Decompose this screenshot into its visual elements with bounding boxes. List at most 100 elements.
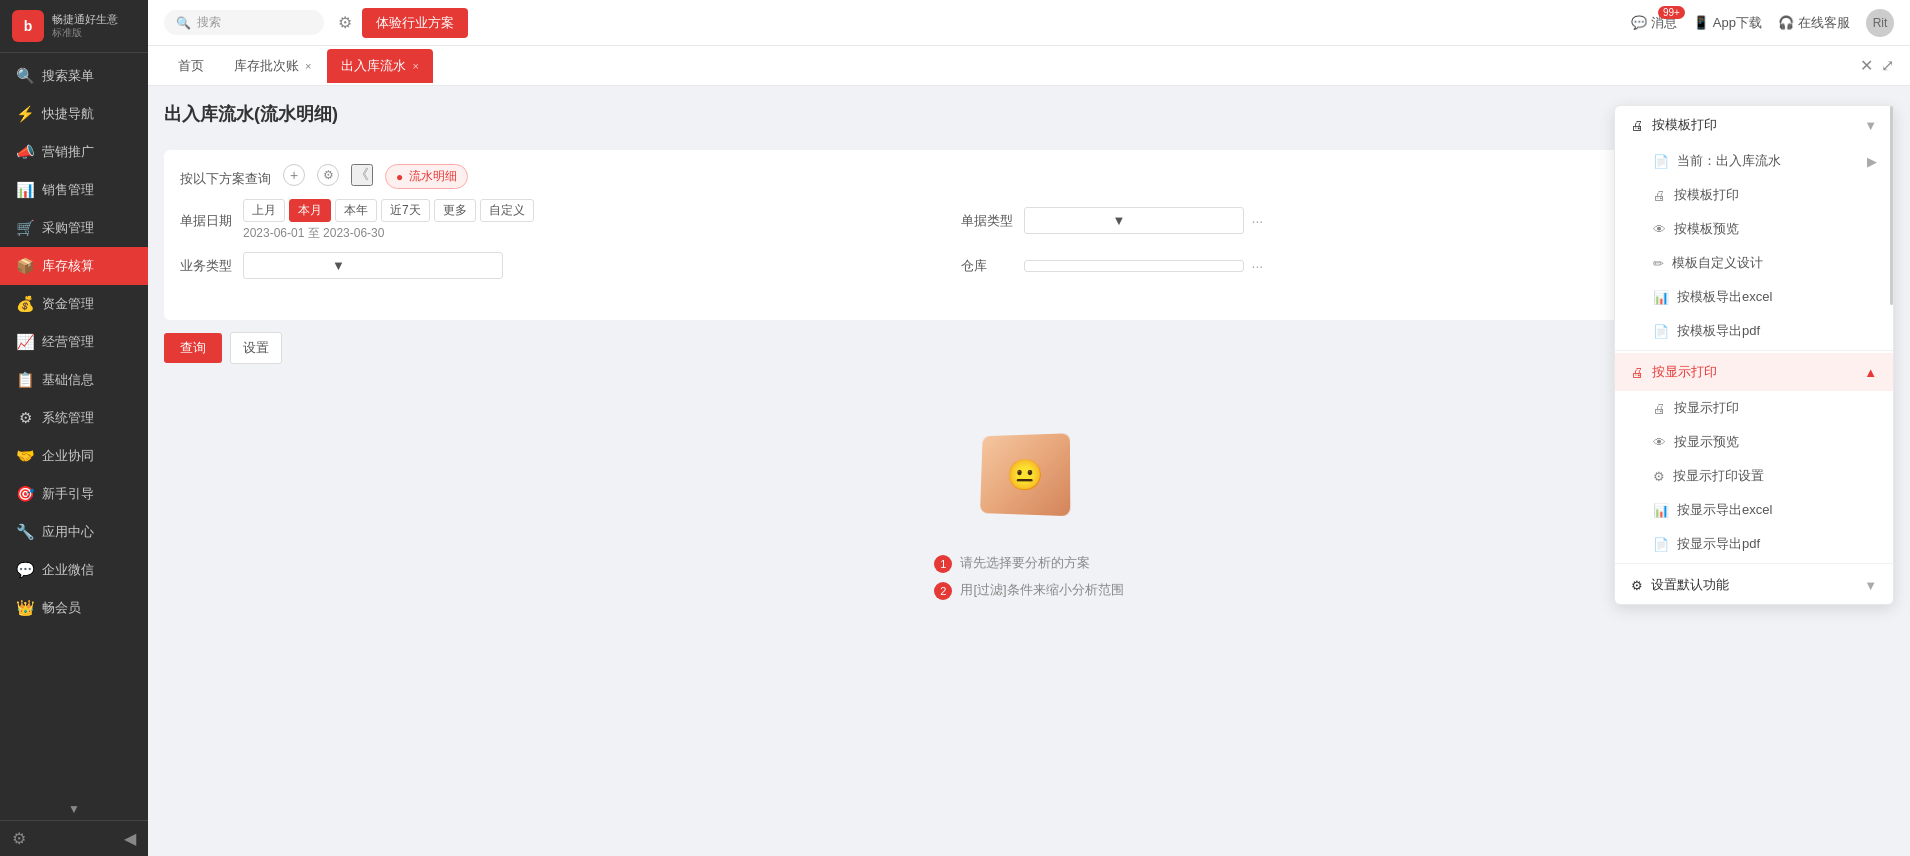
empty-steps: 1 请先选择要分析的方案 2 用[过滤]条件来缩小分析范围 [934, 554, 1123, 608]
dropdown-item-template_custom[interactable]: ✏模板自定义设计 [1615, 246, 1893, 280]
sidebar-item-finance[interactable]: 💰资金管理 [0, 285, 148, 323]
dropdown-section-template_print[interactable]: 🖨按模板打印▼ [1615, 106, 1893, 144]
collapse-sidebar-icon[interactable]: ◀ [124, 829, 136, 848]
sidebar-item-wechat[interactable]: 💬企业微信 [0, 551, 148, 589]
settings-icon[interactable]: ⚙ [12, 829, 26, 848]
warehouse-select[interactable] [1024, 260, 1244, 272]
dropdown-section-display_print[interactable]: 🖨按显示打印▲ [1615, 353, 1893, 391]
filter-settings-btn[interactable]: ⚙ [317, 164, 339, 186]
display_print-section-icon: 🖨 [1631, 365, 1644, 380]
filter-add-btn[interactable]: + [283, 164, 305, 186]
tab-batch[interactable]: 库存批次账 × [220, 49, 325, 83]
type-more-btn[interactable]: ··· [1252, 213, 1264, 229]
dropdown-item-display_print_settings[interactable]: ⚙按显示打印设置 [1615, 459, 1893, 493]
type-select[interactable]: ▼ [1024, 207, 1244, 234]
app-download-btn[interactable]: 📱 App下载 [1693, 14, 1762, 32]
type-label: 单据类型 [961, 212, 1016, 230]
dropdown-panel: 🖨按模板打印▼📄当前：出入库流水▶🖨按模板打印👁按模板预览✏模板自定义设计📊按模… [1614, 105, 1894, 605]
template_custom-label: 模板自定义设计 [1672, 254, 1763, 272]
dropdown-scrollbar[interactable] [1889, 106, 1893, 604]
sidebar-item-sales[interactable]: 📊销售管理 [0, 171, 148, 209]
app-logo[interactable]: b 畅捷通好生意 标准版 [0, 0, 148, 53]
sidebar-item-member[interactable]: 👑畅会员 [0, 589, 148, 627]
topbar: 🔍 搜索 ⚙ 体验行业方案 💬 消息 99+ 📱 App下载 🎧 在线客服 Ri… [148, 0, 1910, 46]
wechat-icon: 💬 [16, 561, 34, 579]
sidebar-item-label-basic: 基础信息 [42, 371, 94, 389]
logo-icon: b [12, 10, 44, 42]
dropdown-item-template_preview[interactable]: 👁按模板预览 [1615, 212, 1893, 246]
dropdown-item-template_print_action[interactable]: 🖨按模板打印 [1615, 178, 1893, 212]
sidebar-item-search[interactable]: 🔍搜索菜单 [0, 57, 148, 95]
expand-window-btn[interactable]: ⤢ [1881, 56, 1894, 75]
date-btn-上月[interactable]: 上月 [243, 199, 285, 222]
display_print_action-icon: 🖨 [1653, 401, 1666, 416]
tab-close-flow[interactable]: × [412, 60, 418, 72]
dropdown-item-export_excel_disp[interactable]: 📊按显示导出excel [1615, 493, 1893, 527]
display_print-section-label: 按显示打印 [1652, 363, 1717, 381]
inventory-icon: 📦 [16, 257, 34, 275]
biz-field: 业务类型 ▼ [180, 252, 945, 279]
empty-box: 😐 [980, 433, 1070, 516]
tab-close-batch[interactable]: × [305, 60, 311, 72]
step-2-text: 用[过滤]条件来缩小分析范围 [960, 581, 1123, 599]
app-download-label: App下载 [1713, 14, 1762, 32]
online-service-btn[interactable]: 🎧 在线客服 [1778, 14, 1850, 32]
date-btn-本年[interactable]: 本年 [335, 199, 377, 222]
message-btn[interactable]: 💬 消息 99+ [1631, 14, 1677, 32]
display_print_settings-label: 按显示打印设置 [1673, 467, 1764, 485]
export_pdf_tpl-icon: 📄 [1653, 324, 1669, 339]
export_pdf_tpl-label: 按模板导出pdf [1677, 322, 1760, 340]
date-btn-自定义[interactable]: 自定义 [480, 199, 534, 222]
sidebar-item-inventory[interactable]: 📦库存核算 [0, 247, 148, 285]
settings-btn[interactable]: 设置 [230, 332, 282, 364]
sidebar-footer: ⚙ ◀ [0, 820, 148, 856]
topbar-gear-icon[interactable]: ⚙ [338, 13, 352, 32]
query-btn[interactable]: 查询 [164, 333, 222, 363]
close-window-btn[interactable]: ✕ [1860, 56, 1873, 75]
message-badge: 99+ [1658, 6, 1685, 19]
sidebar-scroll-down[interactable]: ▼ [0, 798, 148, 820]
sidebar-item-system[interactable]: ⚙系统管理 [0, 399, 148, 437]
filter-tag[interactable]: ● 流水明细 [385, 164, 468, 189]
tab-home[interactable]: 首页 [164, 49, 218, 83]
tab-flow[interactable]: 出入库流水× [327, 49, 432, 83]
sidebar-item-cooperation[interactable]: 🤝企业协同 [0, 437, 148, 475]
purchase-icon: 🛒 [16, 219, 34, 237]
sidebar-item-label-guide: 新手引导 [42, 485, 94, 503]
sidebar-item-marketing[interactable]: 📣营销推广 [0, 133, 148, 171]
dropdown-section-set_default[interactable]: ⚙设置默认功能▼ [1615, 566, 1893, 604]
warehouse-more-btn[interactable]: ··· [1252, 258, 1264, 274]
filter-collapse-btn[interactable]: 《 [351, 164, 373, 186]
industry-btn[interactable]: 体验行业方案 [362, 8, 468, 38]
dropdown-item-display_preview[interactable]: 👁按显示预览 [1615, 425, 1893, 459]
date-btn-更多[interactable]: 更多 [434, 199, 476, 222]
template_print_action-label: 按模板打印 [1674, 186, 1739, 204]
dropdown-item-export_excel_tpl[interactable]: 📊按模板导出excel [1615, 280, 1893, 314]
date-btn-本月[interactable]: 本月 [289, 199, 331, 222]
current-label: 当前：出入库流水 [1677, 152, 1781, 170]
template_preview-icon: 👁 [1653, 222, 1666, 237]
dropdown-item-export_pdf_tpl[interactable]: 📄 按模板导出pdf [1615, 314, 1893, 348]
page-title: 出入库流水(流水明细) [164, 102, 338, 126]
sidebar-item-shortcut[interactable]: ⚡快捷导航 [0, 95, 148, 133]
sidebar-item-purchase[interactable]: 🛒采购管理 [0, 209, 148, 247]
sidebar-item-guide[interactable]: 🎯新手引导 [0, 475, 148, 513]
dropdown-item-export_pdf_disp[interactable]: 📄按显示导出pdf [1615, 527, 1893, 561]
sidebar-item-basic[interactable]: 📋基础信息 [0, 361, 148, 399]
divider-display_print [1615, 563, 1893, 564]
sidebar-item-appCenter[interactable]: 🔧应用中心 [0, 513, 148, 551]
date-field: 单据日期 上月本月本年近7天更多自定义 2023-06-01 至 2023-06… [180, 199, 945, 242]
sidebar-item-operation[interactable]: 📈经营管理 [0, 323, 148, 361]
sidebar-item-label-search: 搜索菜单 [42, 67, 94, 85]
tabbar: 首页库存批次账×出入库流水× ✕ ⤢ [148, 46, 1910, 86]
date-options: 上月本月本年近7天更多自定义 2023-06-01 至 2023-06-30 [243, 199, 534, 242]
export_pdf_disp-label: 按显示导出pdf [1677, 535, 1760, 553]
tab-label-batch: 库存批次账 [234, 57, 299, 75]
dropdown-item-display_print_action[interactable]: 🖨按显示打印 [1615, 391, 1893, 425]
date-btn-近7天[interactable]: 近7天 [381, 199, 430, 222]
headset-icon: 🎧 [1778, 15, 1794, 30]
user-avatar[interactable]: Rit [1866, 9, 1894, 37]
topbar-search[interactable]: 🔍 搜索 [164, 10, 324, 35]
biz-select[interactable]: ▼ [243, 252, 503, 279]
dropdown-item-current[interactable]: 📄当前：出入库流水▶ [1615, 144, 1893, 178]
